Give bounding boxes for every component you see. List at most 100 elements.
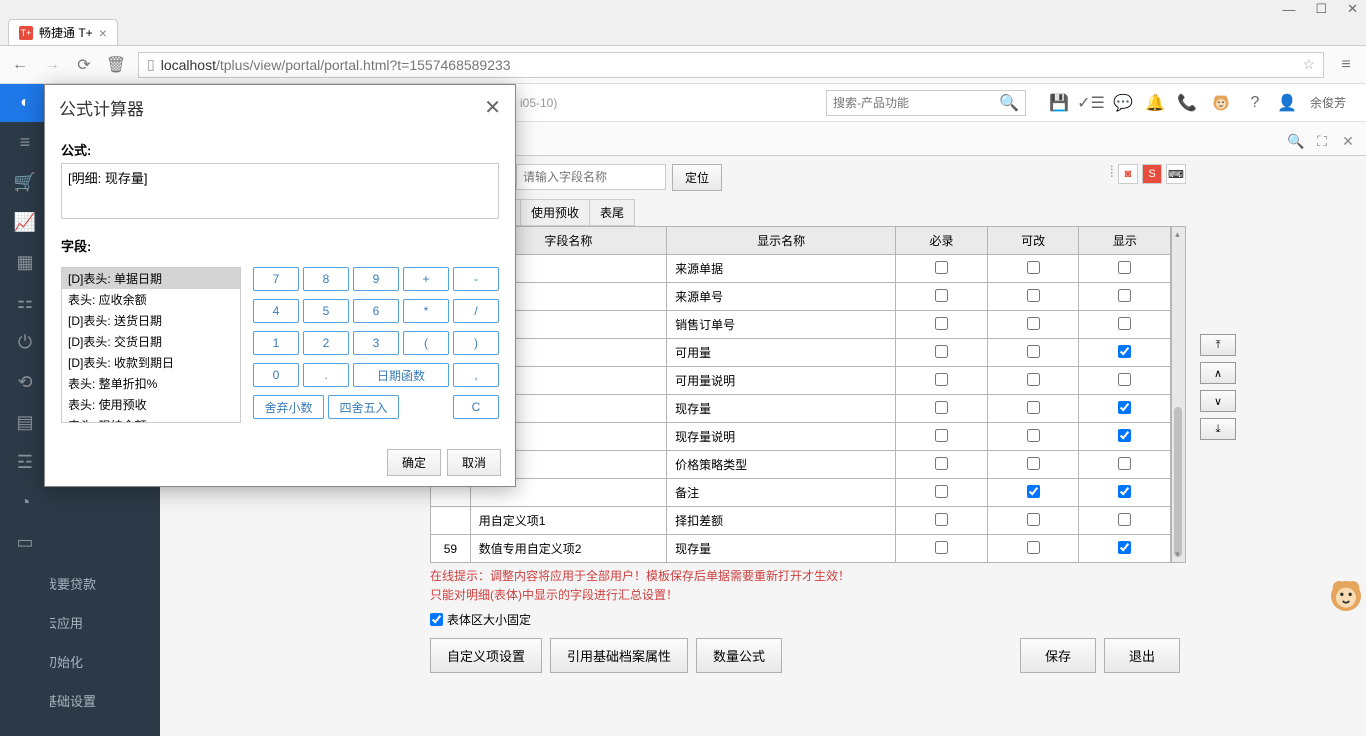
loop-icon[interactable]: ⟲ — [15, 372, 35, 392]
tool-o-icon[interactable]: ◙ — [1118, 164, 1138, 184]
qty-formula-button[interactable]: 数量公式 — [696, 638, 782, 673]
bell-icon[interactable]: 🔔 — [1146, 94, 1164, 112]
save-icon[interactable]: 💾 — [1050, 94, 1068, 112]
tab-close-icon[interactable]: × — [99, 25, 107, 41]
browser-tab[interactable]: T+ 畅捷通 T+ × — [8, 19, 118, 45]
show-checkbox[interactable] — [1118, 373, 1131, 386]
req-checkbox[interactable] — [935, 457, 948, 470]
doc-icon[interactable]: ▤ — [15, 412, 35, 432]
trash-icon[interactable]: 🗑 — [106, 55, 126, 75]
show-checkbox[interactable] — [1118, 541, 1131, 554]
edit-checkbox[interactable] — [1027, 429, 1040, 442]
power-icon[interactable]: ⏻ — [15, 332, 35, 352]
calc-5-button[interactable]: 5 — [303, 299, 349, 323]
req-checkbox[interactable] — [935, 261, 948, 274]
pie-icon[interactable]: ◔ — [15, 492, 35, 512]
menu-icon[interactable]: ≡ — [1336, 55, 1356, 75]
calc-*-button[interactable]: * — [403, 299, 449, 323]
table-row[interactable]: 号 来源单号 — [431, 283, 1171, 311]
show-checkbox[interactable] — [1118, 401, 1131, 414]
show-checkbox[interactable] — [1118, 513, 1131, 526]
req-checkbox[interactable] — [935, 373, 948, 386]
show-checkbox[interactable] — [1118, 485, 1131, 498]
save-button[interactable]: 保存 — [1020, 638, 1096, 673]
calc-1-button[interactable]: 1 — [253, 331, 299, 355]
maximize-icon[interactable]: ☐ — [1315, 1, 1327, 17]
calc-comma-button[interactable]: , — [453, 363, 499, 387]
field-name-input[interactable] — [516, 164, 666, 190]
list-icon[interactable]: ☲ — [15, 452, 35, 472]
edit-checkbox[interactable] — [1027, 317, 1040, 330]
table-row[interactable]: 59 数值专用自定义项2 现存量 — [431, 535, 1171, 563]
table-scrollbar[interactable]: ▴ ▾ — [1171, 226, 1186, 563]
field-item[interactable]: [D]表头: 单据日期 — [62, 268, 240, 289]
task-icon[interactable]: ✓☰ — [1082, 94, 1100, 112]
nav-top-button[interactable]: ⤒ — [1200, 334, 1236, 356]
edit-checkbox[interactable] — [1027, 261, 1040, 274]
dots-icon[interactable]: ⚏ — [15, 292, 35, 312]
star-icon[interactable]: ☆ — [1302, 56, 1315, 73]
hamburger-icon[interactable]: ≡ — [15, 132, 35, 152]
fixed-size-checkbox[interactable] — [430, 613, 443, 626]
form-icon[interactable]: ▭ — [15, 532, 35, 552]
show-checkbox[interactable] — [1118, 289, 1131, 302]
chat-icon[interactable]: 💬 — [1114, 94, 1132, 112]
user-icon[interactable]: 👤 — [1278, 94, 1296, 112]
calc-7-button[interactable]: 7 — [253, 267, 299, 291]
search-input[interactable] — [833, 96, 999, 110]
calc-round-button[interactable]: 四舍五入 — [328, 395, 399, 419]
custom-item-button[interactable]: 自定义项设置 — [430, 638, 542, 673]
calc-(-button[interactable]: ( — [403, 331, 449, 355]
req-checkbox[interactable] — [935, 485, 948, 498]
minimize-icon[interactable]: — — [1282, 2, 1295, 17]
req-checkbox[interactable] — [935, 345, 948, 358]
edit-checkbox[interactable] — [1027, 541, 1040, 554]
table-row[interactable]: 说明 现存量说明 — [431, 423, 1171, 451]
exit-button[interactable]: 退出 — [1104, 638, 1180, 673]
calc-9-button[interactable]: 9 — [353, 267, 399, 291]
zoom-icon[interactable]: 🔍 — [1288, 133, 1304, 149]
fullscreen-icon[interactable]: ⛶ — [1314, 133, 1330, 149]
req-checkbox[interactable] — [935, 429, 948, 442]
calc-trunc-button[interactable]: 舍弃小数 — [253, 395, 324, 419]
show-checkbox[interactable] — [1118, 457, 1131, 470]
calc-datefn-button[interactable]: 日期函数 — [353, 363, 449, 387]
edit-checkbox[interactable] — [1027, 289, 1040, 302]
table-row[interactable]: 单号 销售订单号 — [431, 311, 1171, 339]
monkey-icon[interactable] — [1210, 92, 1232, 114]
field-item[interactable]: [D]表头: 收款到期日 — [62, 352, 240, 373]
field-item[interactable]: 表头: 使用预收 — [62, 394, 240, 415]
calc-0-button[interactable]: 0 — [253, 363, 299, 387]
help-icon[interactable]: ? — [1246, 94, 1264, 112]
field-item[interactable]: 表头: 现结金额 — [62, 415, 240, 423]
tool-keyboard-icon[interactable]: ⌨ — [1166, 164, 1186, 184]
phone-icon[interactable]: 📞 — [1178, 94, 1196, 112]
chart-icon[interactable]: 📈 — [15, 212, 35, 232]
search-icon[interactable]: 🔍 — [999, 93, 1019, 113]
table-row[interactable]: 用自定义项1 择扣差额 — [431, 507, 1171, 535]
req-checkbox[interactable] — [935, 401, 948, 414]
calc-dot-button[interactable]: . — [303, 363, 349, 387]
table-row[interactable]: 格类型 价格策略类型 — [431, 451, 1171, 479]
show-checkbox[interactable] — [1118, 429, 1131, 442]
edit-checkbox[interactable] — [1027, 457, 1040, 470]
field-item[interactable]: 表头: 整单折扣% — [62, 373, 240, 394]
calc-3-button[interactable]: 3 — [353, 331, 399, 355]
cancel-button[interactable]: 取消 — [447, 449, 501, 476]
import-base-button[interactable]: 引用基础档案属性 — [550, 638, 688, 673]
show-checkbox[interactable] — [1118, 317, 1131, 330]
forward-icon[interactable]: → — [42, 55, 62, 75]
edit-checkbox[interactable] — [1027, 373, 1040, 386]
edit-checkbox[interactable] — [1027, 401, 1040, 414]
req-checkbox[interactable] — [935, 289, 948, 302]
calc---button[interactable]: - — [453, 267, 499, 291]
edit-checkbox[interactable] — [1027, 485, 1040, 498]
close-icon[interactable]: ✕ — [484, 95, 501, 120]
calc-)-button[interactable]: ) — [453, 331, 499, 355]
edit-checkbox[interactable] — [1027, 513, 1040, 526]
locate-button[interactable]: 定位 — [672, 164, 722, 191]
field-item[interactable]: [D]表头: 送货日期 — [62, 310, 240, 331]
table-row[interactable]: 现存量 — [431, 395, 1171, 423]
calc-2-button[interactable]: 2 — [303, 331, 349, 355]
table-row[interactable]: 据 来源单据 — [431, 255, 1171, 283]
